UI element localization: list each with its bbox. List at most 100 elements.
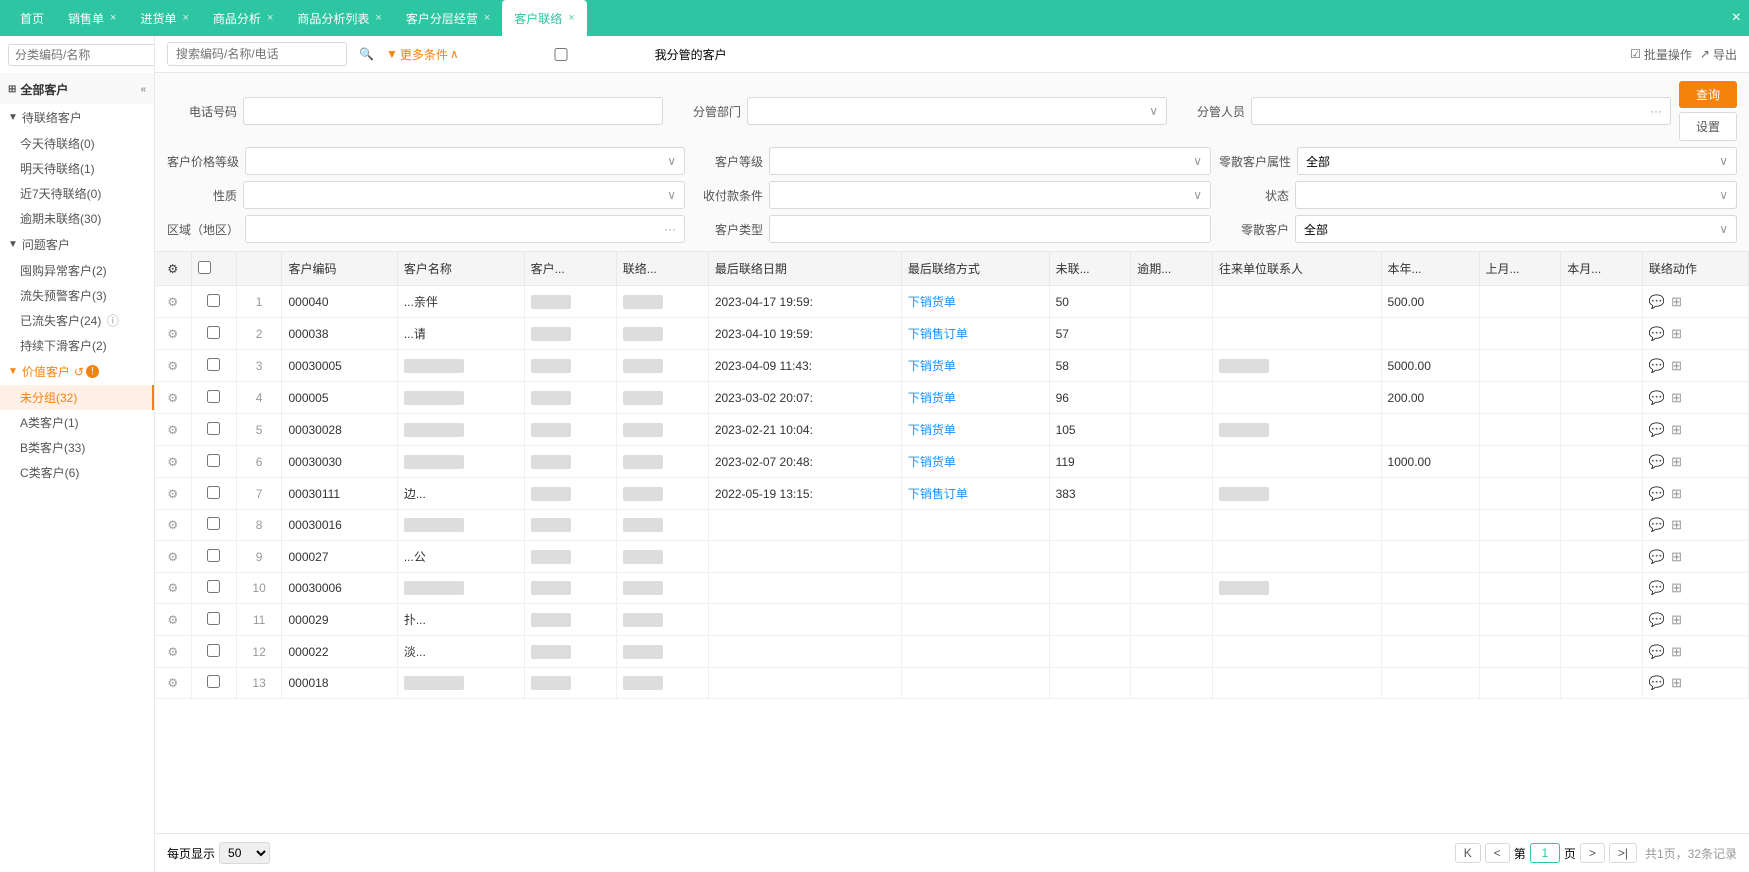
grid-action-icon[interactable]: ⊞ xyxy=(1671,549,1682,565)
close-product-analysis-list-icon[interactable]: × xyxy=(375,12,381,24)
settings-cell[interactable]: ⚙ xyxy=(155,414,191,446)
sidebar-item-tier-a[interactable]: A类客户(1) xyxy=(0,410,154,435)
tier-group[interactable]: ▼ 价值客户 ↺ ! xyxy=(0,358,154,385)
reset-button[interactable]: 设置 xyxy=(1679,112,1737,141)
chat-action-icon[interactable]: 💬 xyxy=(1649,580,1665,596)
settings-cell[interactable]: ⚙ xyxy=(155,478,191,510)
checkbox-cell[interactable] xyxy=(191,573,236,604)
contact-method-link[interactable]: 下销货单 xyxy=(908,359,956,373)
chat-action-icon[interactable]: 💬 xyxy=(1649,612,1665,628)
settings-cell[interactable]: ⚙ xyxy=(155,573,191,604)
next-page-button[interactable]: > xyxy=(1580,843,1605,863)
settings-cell[interactable]: ⚙ xyxy=(155,510,191,541)
row-checkbox[interactable] xyxy=(207,422,220,435)
filter-search-icon[interactable]: 🔍 xyxy=(359,47,374,61)
row-checkbox[interactable] xyxy=(207,612,220,625)
collapse-sidebar-icon[interactable]: « xyxy=(140,84,146,95)
search-button[interactable]: 查询 xyxy=(1679,81,1737,108)
per-page-select[interactable]: 50 20 100 xyxy=(219,842,270,864)
select-all-checkbox[interactable] xyxy=(198,261,211,274)
first-page-button[interactable]: K xyxy=(1455,843,1481,863)
sidebar-item-ungroup[interactable]: 未分组(32) xyxy=(0,385,154,410)
settings-cell[interactable]: ⚙ xyxy=(155,446,191,478)
grid-action-icon[interactable]: ⊞ xyxy=(1671,517,1682,533)
settings-cell[interactable]: ⚙ xyxy=(155,382,191,414)
checkbox-cell[interactable] xyxy=(191,350,236,382)
sidebar-item-abnormal[interactable]: 囤购异常客户(2) xyxy=(0,258,154,283)
all-customers-header[interactable]: ⊞ 全部客户 « xyxy=(0,75,154,104)
overdue-col-header[interactable]: 逾期... xyxy=(1131,252,1213,286)
company-contact-col-header[interactable]: 往来单位联系人 xyxy=(1212,252,1381,286)
chat-action-icon[interactable]: 💬 xyxy=(1649,358,1665,374)
export-button[interactable]: ↗ 导出 xyxy=(1700,46,1737,63)
checkbox-cell[interactable] xyxy=(191,636,236,668)
row-checkbox[interactable] xyxy=(207,294,220,307)
type-col-header[interactable]: 客户... xyxy=(524,252,616,286)
sidebar-item-churned[interactable]: 已流失客户(24) ⓘ xyxy=(0,308,154,333)
chat-action-icon[interactable]: 💬 xyxy=(1649,517,1665,533)
chat-action-icon[interactable]: 💬 xyxy=(1649,390,1665,406)
checkbox-cell[interactable] xyxy=(191,478,236,510)
tab-sales[interactable]: 销售单 × xyxy=(56,0,128,36)
contact-method-link[interactable]: 下销售订单 xyxy=(908,327,968,341)
grid-action-icon[interactable]: ⊞ xyxy=(1671,294,1682,310)
settings-cell[interactable]: ⚙ xyxy=(155,318,191,350)
chat-action-icon[interactable]: 💬 xyxy=(1649,644,1665,660)
code-col-header[interactable]: 客户编码 xyxy=(282,252,397,286)
chat-action-icon[interactable]: 💬 xyxy=(1649,675,1665,691)
chat-action-icon[interactable]: 💬 xyxy=(1649,294,1665,310)
pending-group[interactable]: ▼ 待联络客户 xyxy=(0,104,154,131)
status-select[interactable]: ∨ xyxy=(1295,181,1737,209)
grid-action-icon[interactable]: ⊞ xyxy=(1671,644,1682,660)
checkbox-cell[interactable] xyxy=(191,414,236,446)
row-checkbox[interactable] xyxy=(207,517,220,530)
grid-action-icon[interactable]: ⊞ xyxy=(1671,390,1682,406)
area-select[interactable]: ··· xyxy=(245,215,685,243)
payment-select[interactable]: ∨ xyxy=(769,181,1211,209)
row-checkbox[interactable] xyxy=(207,486,220,499)
contact-method-link[interactable]: 下销货单 xyxy=(908,455,956,469)
tab-purchase[interactable]: 进货单 × xyxy=(128,0,200,36)
settings-col-header[interactable]: ⚙ xyxy=(155,252,191,286)
chat-action-icon[interactable]: 💬 xyxy=(1649,549,1665,565)
chat-action-icon[interactable]: 💬 xyxy=(1649,326,1665,342)
customer-type-select[interactable] xyxy=(769,215,1211,243)
row-checkbox[interactable] xyxy=(207,549,220,562)
grid-action-icon[interactable]: ⊞ xyxy=(1671,326,1682,342)
checkbox-cell[interactable] xyxy=(191,382,236,414)
tier-refresh-icon[interactable]: ↺ xyxy=(74,365,84,379)
action-col-header[interactable]: 联络动作 xyxy=(1642,252,1748,286)
checkbox-cell[interactable] xyxy=(191,318,236,350)
tab-customer-tier[interactable]: 客户分层经营 × xyxy=(394,0,502,36)
tab-customer-contact[interactable]: 客户联络 × xyxy=(502,0,586,36)
customer-tier-select[interactable]: ∨ xyxy=(769,147,1211,175)
price-tier-select[interactable]: ∨ xyxy=(245,147,685,175)
checkbox-cell[interactable] xyxy=(191,446,236,478)
more-filters-button[interactable]: ▼ 更多条件 ∧ xyxy=(386,46,459,63)
name-col-header[interactable]: 客户名称 xyxy=(397,252,524,286)
grid-action-icon[interactable]: ⊞ xyxy=(1671,358,1682,374)
sidebar-item-declining[interactable]: 持续下滑客户(2) xyxy=(0,333,154,358)
contact-method-link[interactable]: 下销货单 xyxy=(908,391,956,405)
checkbox-cell[interactable] xyxy=(191,604,236,636)
last-page-button[interactable]: >| xyxy=(1609,843,1637,863)
prev-page-button[interactable]: < xyxy=(1485,843,1510,863)
close-product-analysis-icon[interactable]: × xyxy=(267,12,273,24)
row-checkbox[interactable] xyxy=(207,326,220,339)
this-year-col-header[interactable]: 本年... xyxy=(1381,252,1479,286)
row-checkbox[interactable] xyxy=(207,675,220,688)
row-checkbox[interactable] xyxy=(207,580,220,593)
settings-cell[interactable]: ⚙ xyxy=(155,286,191,318)
retail-customer-select[interactable]: 全部 ∨ xyxy=(1295,215,1737,243)
contact-col-header[interactable]: 联络... xyxy=(616,252,708,286)
sidebar-item-tomorrow-pending[interactable]: 明天待联络(1) xyxy=(0,156,154,181)
grid-action-icon[interactable]: ⊞ xyxy=(1671,422,1682,438)
person-select[interactable]: ··· xyxy=(1251,97,1671,125)
batch-op-button[interactable]: ☑ 批量操作 xyxy=(1630,46,1692,63)
sidebar-item-7days-pending[interactable]: 近7天待联络(0) xyxy=(0,181,154,206)
settings-cell[interactable]: ⚙ xyxy=(155,604,191,636)
sidebar-search-input[interactable] xyxy=(8,44,155,66)
settings-cell[interactable]: ⚙ xyxy=(155,668,191,699)
checkbox-cell[interactable] xyxy=(191,668,236,699)
close-customer-tier-icon[interactable]: × xyxy=(484,12,490,24)
